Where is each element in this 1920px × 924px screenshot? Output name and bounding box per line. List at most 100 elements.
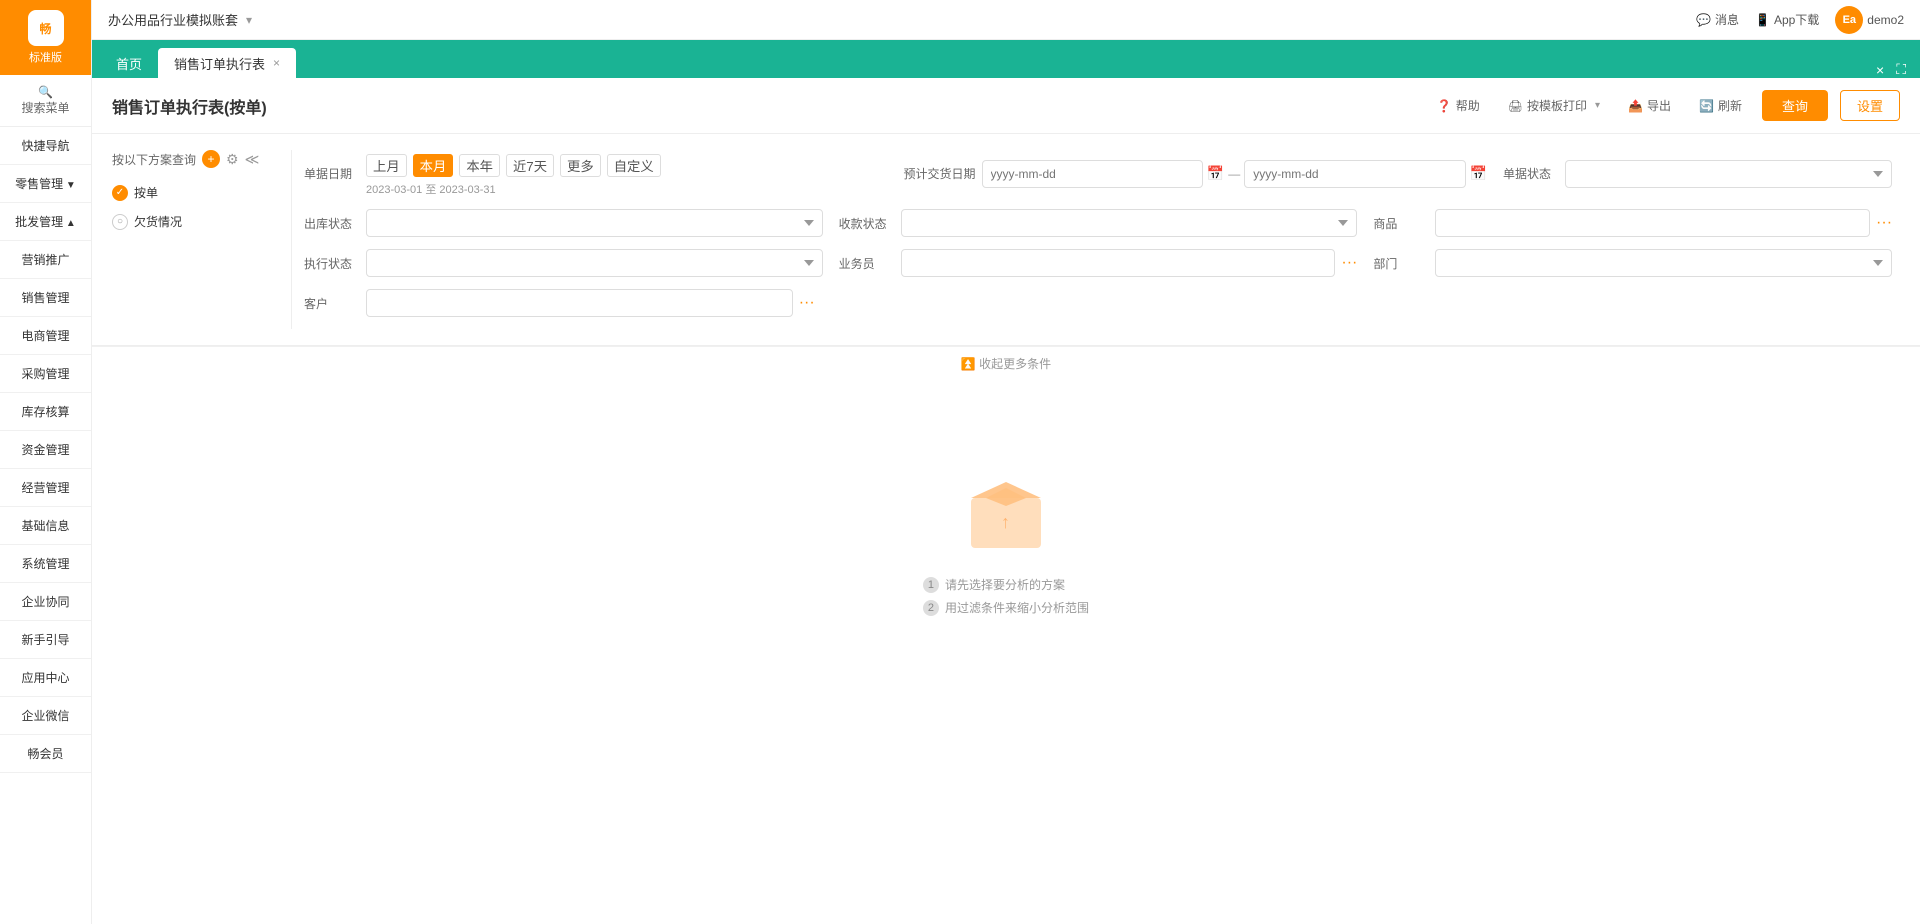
customer-control	[366, 289, 793, 317]
sidebar-item-jingying[interactable]: 经营管理	[0, 469, 91, 507]
sidebar-search[interactable]: 🔍 搜索菜单	[0, 75, 91, 127]
exec-status-select[interactable]	[366, 249, 823, 277]
ship-status-control	[366, 209, 823, 237]
salesperson-control	[901, 249, 1336, 277]
sidebar-item-lingshou[interactable]: 零售管理	[0, 165, 91, 203]
print-dropdown-icon[interactable]: ▾	[1595, 100, 1600, 111]
logo-icon: 畅	[28, 10, 64, 46]
sidebar-item-qiyeweixin[interactable]: 企业微信	[0, 697, 91, 735]
filter-item-department: 部门	[1373, 249, 1900, 277]
help-icon: ❓	[1437, 99, 1452, 113]
empty-illustration: ↑	[956, 460, 1056, 560]
ship-status-select[interactable]	[366, 209, 823, 237]
doc-status-select[interactable]	[1565, 160, 1892, 188]
sidebar-item-yingyong[interactable]: 应用中心	[0, 659, 91, 697]
app-download-label: App下载	[1774, 11, 1819, 28]
empty-hint-item-1: 1 请先选择要分析的方案	[923, 576, 1089, 593]
customer-picker-icon[interactable]: ···	[799, 294, 815, 312]
filter-item-exec-status: 执行状态	[304, 249, 839, 277]
filter-plan-item-1[interactable]: ○ 欠货情况	[112, 207, 275, 236]
sidebar-item-yingxiao[interactable]: 营销推广	[0, 241, 91, 279]
filter-row-3: 执行状态 业务员 ···	[304, 249, 1900, 277]
sidebar-item-qiye[interactable]: 企业协同	[0, 583, 91, 621]
sidebar-item-kuaijie[interactable]: 快捷导航	[0, 127, 91, 165]
user-menu[interactable]: Ea demo2	[1835, 6, 1904, 34]
plan-inactive-icon: ○	[112, 214, 128, 230]
filter-item-ship-status: 出库状态	[304, 209, 839, 237]
search-icon: 🔍	[8, 85, 83, 99]
tab-active[interactable]: 销售订单执行表 ×	[158, 48, 296, 78]
settings-plan-icon[interactable]: ⚙	[226, 151, 239, 168]
filter-item-docdate: 单据日期 上月 本月 本年 近7天 更多 自定义 20	[304, 150, 904, 197]
window-expand-icon[interactable]: ⛶	[1890, 61, 1912, 78]
date-icon-end[interactable]: 📅	[1470, 165, 1487, 182]
download-icon: 📱	[1755, 13, 1770, 27]
print-icon: 🖨	[1508, 99, 1523, 113]
quick-date-this-month[interactable]: 本月	[413, 154, 454, 177]
customer-input[interactable]	[366, 289, 793, 317]
filter-section: 按以下方案查询 + ⚙ ≪ ✓ 按单 ○ 欠货情况	[92, 134, 1920, 346]
sidebar: 畅 标准版 🔍 搜索菜单 快捷导航 零售管理 批发管理 营销推广 销售管理 电商…	[0, 0, 92, 924]
message-label: 消息	[1715, 11, 1739, 28]
tab-close-icon[interactable]: ×	[273, 56, 280, 70]
window-close-icon[interactable]: ×	[1870, 62, 1890, 78]
collapse-icon: ⏫	[961, 357, 976, 371]
filter-plan-item-0[interactable]: ✓ 按单	[112, 178, 275, 207]
expected-date-start[interactable]	[982, 160, 1203, 188]
topbar-title: 办公用品行业模拟账套	[108, 10, 238, 29]
add-plan-icon[interactable]: +	[202, 150, 220, 168]
topbar-dropdown-icon[interactable]: ▾	[246, 13, 252, 27]
doc-date-control: 上月 本月 本年 近7天 更多 自定义 2023-03-01 至 2023-03…	[366, 150, 888, 197]
message-icon: 💬	[1696, 13, 1711, 27]
app-download-button[interactable]: 📱 App下载	[1755, 11, 1819, 28]
sidebar-item-kucun[interactable]: 库存核算	[0, 393, 91, 431]
salesperson-picker-icon[interactable]: ···	[1341, 254, 1357, 272]
expected-date-end[interactable]	[1244, 160, 1465, 188]
collapse-bar[interactable]: ⏫ 收起更多条件	[92, 346, 1920, 380]
quick-date-row: 上月 本月 本年 近7天 更多 自定义	[366, 154, 888, 177]
filter-item-expected-date: 预计交货日期 📅 — 📅	[904, 160, 1504, 188]
refresh-button[interactable]: 🔄 刷新	[1691, 93, 1750, 118]
salesperson-input[interactable]	[901, 249, 1336, 277]
goods-input[interactable]	[1435, 209, 1870, 237]
settings-button[interactable]: 设置	[1840, 90, 1900, 121]
collapse-plan-icon[interactable]: ≪	[245, 151, 260, 168]
sidebar-item-xitong[interactable]: 系统管理	[0, 545, 91, 583]
message-button[interactable]: 💬 消息	[1696, 11, 1739, 28]
expected-date-group: 📅 — 📅	[982, 160, 1487, 188]
payment-status-control	[901, 209, 1358, 237]
quick-date-7days[interactable]: 近7天	[506, 154, 554, 177]
page-title: 销售订单执行表(按单)	[112, 94, 267, 118]
help-button[interactable]: ❓ 帮助	[1429, 93, 1488, 118]
print-button[interactable]: 🖨 按模板打印 ▾	[1500, 93, 1608, 118]
page-content: 销售订单执行表(按单) ❓ 帮助 🖨 按模板打印 ▾ 📤 导出	[92, 78, 1920, 924]
filter-row-1: 单据日期 上月 本月 本年 近7天 更多 自定义 20	[304, 150, 1900, 197]
sidebar-item-jichu[interactable]: 基础信息	[0, 507, 91, 545]
tab-home[interactable]: 首页	[100, 48, 158, 78]
sidebar-item-caigou[interactable]: 采购管理	[0, 355, 91, 393]
department-select[interactable]	[1435, 249, 1892, 277]
user-avatar: Ea	[1835, 6, 1863, 34]
main-area: 办公用品行业模拟账套 ▾ 💬 消息 📱 App下载 Ea demo2 首页	[92, 0, 1920, 924]
quick-date-last-month[interactable]: 上月	[366, 154, 407, 177]
sidebar-item-diansahng[interactable]: 电商管理	[0, 317, 91, 355]
goods-label: 商品	[1373, 215, 1429, 232]
quick-date-more[interactable]: 更多	[560, 154, 601, 177]
goods-picker-icon[interactable]: ···	[1876, 214, 1892, 232]
sidebar-item-xiaoshou[interactable]: 销售管理	[0, 279, 91, 317]
date-icon-start[interactable]: 📅	[1207, 165, 1224, 182]
tabbar: 首页 销售订单执行表 × × ⛶	[92, 40, 1920, 78]
filter-item-customer: 客户 ···	[304, 289, 831, 317]
sidebar-item-xinshou[interactable]: 新手引导	[0, 621, 91, 659]
query-button[interactable]: 查询	[1762, 90, 1828, 121]
payment-status-label: 收款状态	[839, 215, 895, 232]
payment-status-select[interactable]	[901, 209, 1358, 237]
salesperson-label: 业务员	[839, 255, 895, 272]
sidebar-item-zijin[interactable]: 资金管理	[0, 431, 91, 469]
empty-icon: ↑	[956, 460, 1056, 560]
quick-date-this-year[interactable]: 本年	[459, 154, 500, 177]
sidebar-item-pifa[interactable]: 批发管理	[0, 203, 91, 241]
sidebar-item-changhui[interactable]: 畅会员	[0, 735, 91, 773]
quick-date-custom[interactable]: 自定义	[607, 154, 661, 177]
export-button[interactable]: 📤 导出	[1620, 93, 1679, 118]
